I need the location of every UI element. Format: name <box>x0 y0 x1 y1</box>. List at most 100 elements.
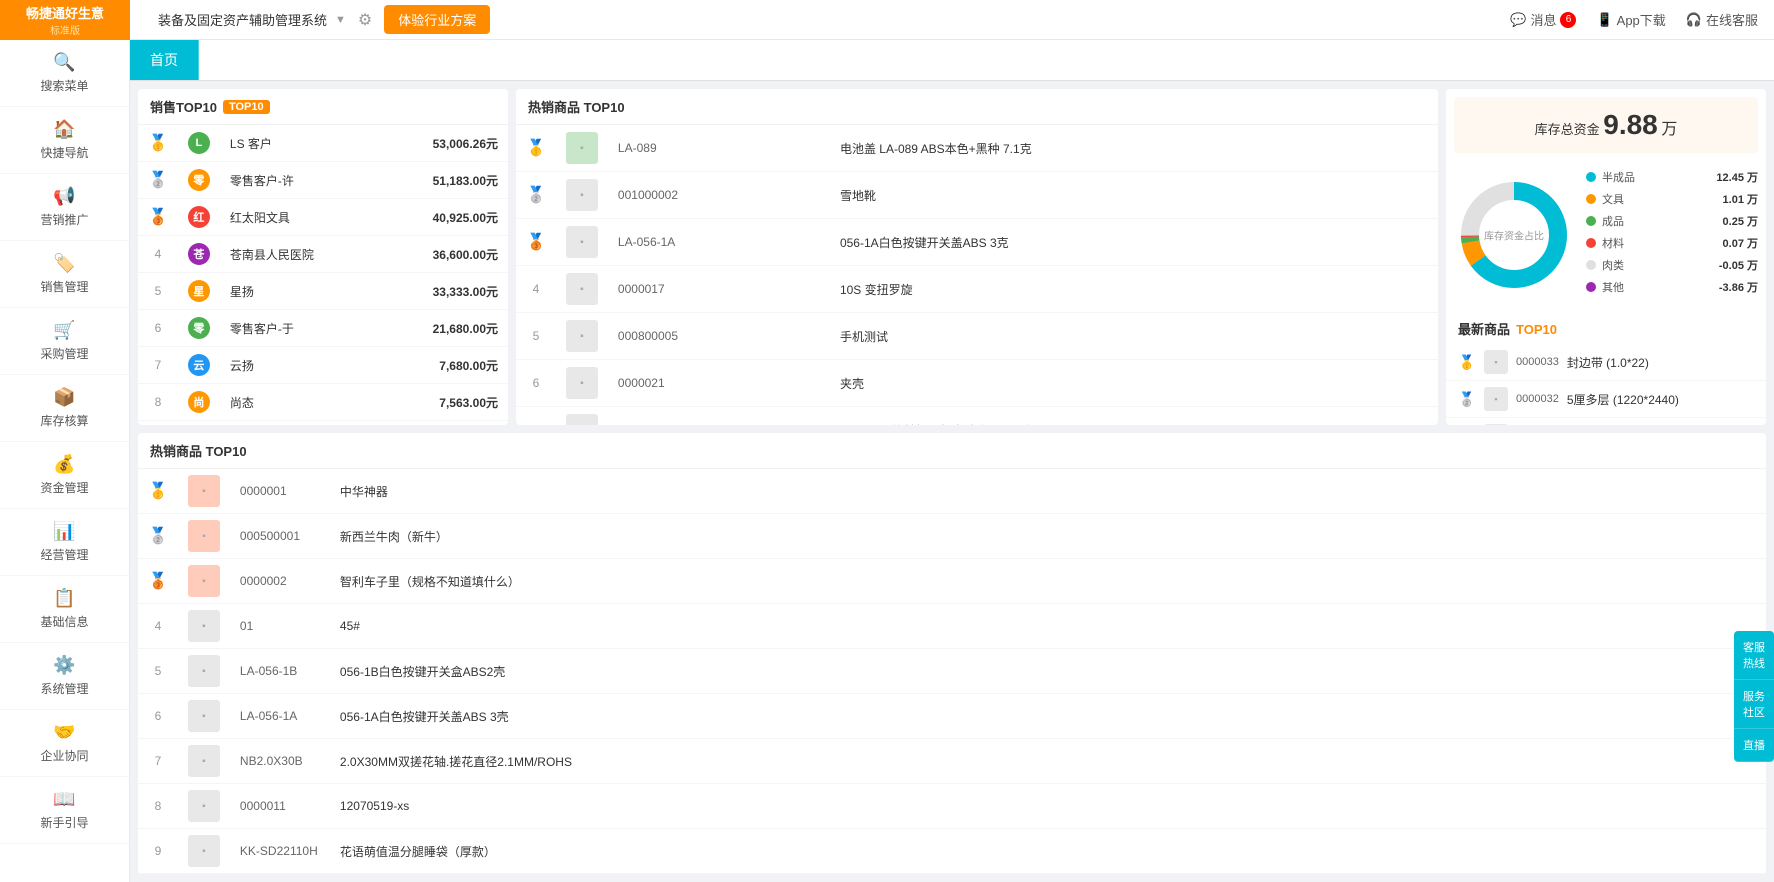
table-row: 6 零 零售客户-于 21,680.00元 <box>138 310 508 347</box>
float-btn-live[interactable]: 直播 <box>1734 729 1774 762</box>
hot-products-bottom-header: 热销商品 TOP10 <box>138 433 1766 469</box>
guide-icon: 📖 <box>53 789 75 810</box>
app-download-button[interactable]: 📱 App下载 <box>1596 10 1665 29</box>
donut-section: 库存资金占比 半成品 12.45 万 文具 1.01 万 成品 0.25 万 材… <box>1446 161 1766 309</box>
table-row: 🥇 ▪ LA-089 电池盖 LA-089 ABS本色+黑种 7.1克 <box>516 125 1438 172</box>
sales-top10-table: 🥇 L LS 客户 53,006.26元 🥈 零 零售客户-许 51,183.0… <box>138 125 508 421</box>
table-row: 8 ▪ 0000011 12070519-xs <box>138 784 1766 829</box>
table-row: 8 尚 尚态 7,563.00元 <box>138 384 508 421</box>
table-row: 6 ▪ 0000021 夹壳 <box>516 360 1438 407</box>
system-selector[interactable]: 装备及固定资产辅助管理系统 ▼ <box>158 10 346 29</box>
home-icon: 🏠 <box>53 119 75 140</box>
inventory-unit: 万 <box>1661 121 1677 138</box>
system-name: 装备及固定资产辅助管理系统 <box>158 10 327 29</box>
sidebar-label-base-info: 基础信息 <box>40 613 88 630</box>
hot-products-bottom-table: 🥇 ▪ 0000001 中华神器 🥈 ▪ 000500001 新西兰牛肉（新牛）… <box>138 469 1766 874</box>
legend-item: 文具 1.01 万 <box>1586 191 1758 207</box>
list-item: 🥉 ▪ 0000031 5厘中纤 (1220*2440) <box>1446 418 1766 425</box>
mobile-icon: 📱 <box>1596 12 1612 28</box>
sales-top10-title: 销售TOP10 TOP10 <box>150 97 270 116</box>
sidebar-item-search[interactable]: 🔍 搜索菜单 <box>0 40 129 107</box>
sidebar-label-guide: 新手引导 <box>40 814 88 831</box>
sales-top10-panel: 销售TOP10 TOP10 🥇 L LS 客户 53,006.26元 🥈 零 零… <box>138 89 508 425</box>
hot-products-mid-table: 🥇 ▪ LA-089 电池盖 LA-089 ABS本色+黑种 7.1克 🥈 ▪ … <box>516 125 1438 425</box>
hot-products-mid-title: 热销商品 TOP10 <box>528 97 625 116</box>
logo-sub: 标准版 <box>50 22 80 37</box>
table-row: 6 ▪ LA-056-1A 056-1A白色按键开关盖ABS 3壳 <box>138 694 1766 739</box>
table-row: 7 ▪ NB2.0X30B 2.0X30MM双搓花轴.搓花直径2.1MM/ROH… <box>138 739 1766 784</box>
inventory-value: 9.88 <box>1603 109 1658 140</box>
new-products-header: 最新商品 TOP10 <box>1446 309 1766 344</box>
table-row: 4 ▪ 0000017 10S 变扭罗旋 <box>516 266 1438 313</box>
sidebar-label-sales: 销售管理 <box>40 278 88 295</box>
inventory-new-products-panel: 库存总资金 9.88 万 <box>1446 89 1766 425</box>
sidebar: 🔍 搜索菜单 🏠 快捷导航 📢 营销推广 🏷️ 销售管理 🛒 采购管理 📦 库存… <box>0 40 130 882</box>
table-row: 🥉 ▪ 0000002 智利车子里（规格不知道填什么） <box>138 559 1766 604</box>
tab-home[interactable]: 首页 <box>130 40 199 80</box>
table-row: 🥈 零 零售客户-许 51,183.00元 <box>138 162 508 199</box>
marketing-icon: 📢 <box>53 186 75 207</box>
donut-chart: 库存资金占比 <box>1454 175 1574 295</box>
sidebar-item-sales[interactable]: 🏷️ 销售管理 <box>0 241 129 308</box>
sidebar-label-search: 搜索菜单 <box>40 77 88 94</box>
tab-bar: 首页 <box>130 40 1774 81</box>
message-badge: 6 <box>1560 12 1576 28</box>
sidebar-item-guide[interactable]: 📖 新手引导 <box>0 777 129 844</box>
new-products-list: 🥇 ▪ 0000033 封边带 (1.0*22) 🥈 ▪ 0000032 5厘多… <box>1446 344 1766 425</box>
table-row: 🥈 ▪ 000500001 新西兰牛肉（新牛） <box>138 514 1766 559</box>
system-icon: ⚙️ <box>53 655 75 676</box>
sidebar-item-inventory[interactable]: 📦 库存核算 <box>0 375 129 442</box>
table-row: 🥉 ▪ LA-056-1A 056-1A白色按键开关盖ABS 3克 <box>516 219 1438 266</box>
page-content: 销售TOP10 TOP10 🥇 L LS 客户 53,006.26元 🥈 零 零… <box>130 81 1774 882</box>
trial-button[interactable]: 体验行业方案 <box>384 5 490 34</box>
float-btn-community[interactable]: 服务社区 <box>1734 680 1774 729</box>
search-icon: 🔍 <box>53 52 75 73</box>
base-info-icon: 📋 <box>53 588 75 609</box>
sidebar-item-finance[interactable]: 💰 资金管理 <box>0 442 129 509</box>
sidebar-item-quick-nav[interactable]: 🏠 快捷导航 <box>0 107 129 174</box>
headset-icon: 🎧 <box>1686 12 1702 28</box>
legend-item: 材料 0.07 万 <box>1586 235 1758 251</box>
sidebar-item-system[interactable]: ⚙️ 系统管理 <box>0 643 129 710</box>
sidebar-item-base-info[interactable]: 📋 基础信息 <box>0 576 129 643</box>
sidebar-label-quick-nav: 快捷导航 <box>40 144 88 161</box>
sidebar-label-cooperation: 企业协同 <box>40 747 88 764</box>
message-button[interactable]: 💬 消息 6 <box>1510 10 1576 29</box>
table-row: 5 ▪ LA-056-1B 056-1B白色按键开关盒ABS2壳 <box>138 649 1766 694</box>
cooperation-icon: 🤝 <box>53 722 75 743</box>
sidebar-item-purchase[interactable]: 🛒 采购管理 <box>0 308 129 375</box>
float-btn-service[interactable]: 客服热线 <box>1734 631 1774 680</box>
sidebar-label-operations: 经营管理 <box>40 546 88 563</box>
list-item: 🥈 ▪ 0000032 5厘多层 (1220*2440) <box>1446 381 1766 418</box>
legend-list: 半成品 12.45 万 文具 1.01 万 成品 0.25 万 材料 0.07 … <box>1586 169 1758 301</box>
operations-icon: 📊 <box>53 521 75 542</box>
inventory-total: 库存总资金 9.88 万 <box>1454 97 1758 153</box>
inventory-icon: 📦 <box>53 387 75 408</box>
sidebar-label-system: 系统管理 <box>40 680 88 697</box>
legend-item: 肉类 -0.05 万 <box>1586 257 1758 273</box>
table-row: 7 云 云扬 7,680.00元 <box>138 347 508 384</box>
list-item: 🥇 ▪ 0000033 封边带 (1.0*22) <box>1446 344 1766 381</box>
sidebar-item-operations[interactable]: 📊 经营管理 <box>0 509 129 576</box>
sidebar-item-cooperation[interactable]: 🤝 企业协同 <box>0 710 129 777</box>
hot-products-bottom-title: 热销商品 TOP10 <box>150 441 247 460</box>
donut-center-label: 库存资金占比 <box>1484 228 1544 243</box>
sidebar-label-finance: 资金管理 <box>40 479 88 496</box>
sidebar-label-marketing: 营销推广 <box>40 211 88 228</box>
legend-item: 半成品 12.45 万 <box>1586 169 1758 185</box>
sidebar-label-purchase: 采购管理 <box>40 345 88 362</box>
content-area: 首页 销售TOP10 TOP10 🥇 L LS <box>130 40 1774 882</box>
sales-icon: 🏷️ <box>53 253 75 274</box>
table-row: 🥈 ▪ 001000002 雪地靴 <box>516 172 1438 219</box>
settings-icon[interactable]: ⚙ <box>358 10 372 30</box>
sidebar-label-inventory: 库存核算 <box>40 412 88 429</box>
table-row: 🥉 红 红太阳文具 40,925.00元 <box>138 199 508 236</box>
table-row: 9 ▪ KK-SD22110H 花语萌值温分腿睡袋（厚款） <box>138 829 1766 874</box>
hot-products-mid-panel: 热销商品 TOP10 🥇 ▪ LA-089 电池盖 LA-089 ABS本色+黑… <box>516 89 1438 425</box>
sidebar-item-marketing[interactable]: 📢 营销推广 <box>0 174 129 241</box>
inventory-label: 库存总资金 <box>1535 122 1600 137</box>
float-buttons: 客服热线 服务社区 直播 <box>1734 631 1774 762</box>
table-row: 4 ▪ 01 45# <box>138 604 1766 649</box>
logo: 畅捷通好生意 标准版 <box>0 0 130 40</box>
online-service-button[interactable]: 🎧 在线客服 <box>1686 10 1758 29</box>
